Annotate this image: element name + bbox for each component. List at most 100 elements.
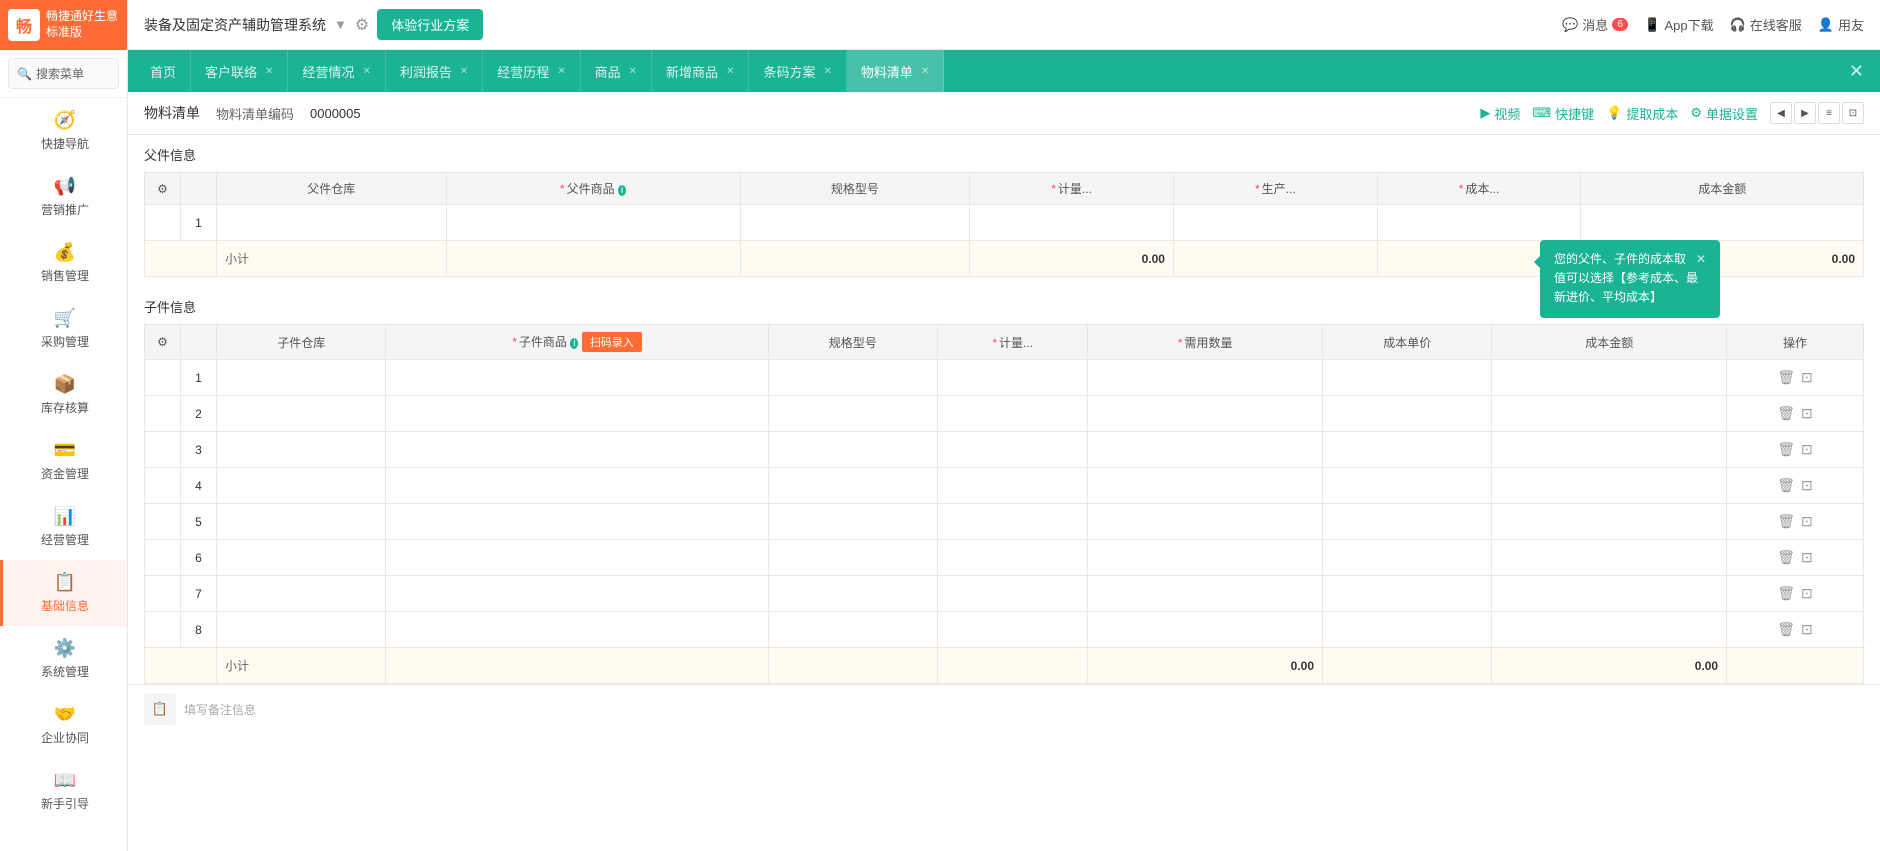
copy-row-7-button[interactable]: ⊡: [1801, 585, 1813, 602]
settings-gear-icon[interactable]: ⚙: [355, 15, 369, 35]
cost-icon: 💡: [1606, 105, 1622, 121]
bottom-bar: 📋 填写备注信息: [128, 684, 1880, 733]
tab-add-product[interactable]: 新增商品 ✕: [652, 50, 749, 92]
parent-row-warehouse-cell[interactable]: [217, 205, 447, 241]
copy-row-1-button[interactable]: ⊡: [1801, 369, 1813, 386]
delete-row-3-button[interactable]: 🗑: [1777, 441, 1795, 458]
sidebar-nav-item-marketing[interactable]: 📢 营销推广: [0, 164, 127, 230]
copy-row-8-button[interactable]: ⊡: [1801, 621, 1813, 638]
nav-menu-button[interactable]: ≡: [1818, 102, 1840, 124]
tab-bom[interactable]: 物料清单 ✕: [847, 50, 944, 92]
tab-close-customer[interactable]: ✕: [265, 66, 273, 77]
child-col-warehouse: 子件仓库: [217, 325, 386, 360]
child-subtotal-quantity: 0.00: [1088, 648, 1323, 684]
shortcut-action[interactable]: ⌨ 快捷键: [1532, 104, 1594, 123]
copy-row-4-button[interactable]: ⊡: [1801, 477, 1813, 494]
delete-row-4-button[interactable]: 🗑: [1777, 477, 1795, 494]
child-col-unit-cost: 成本单价: [1323, 325, 1492, 360]
message-button[interactable]: 💬 消息 6: [1562, 15, 1628, 34]
sidebar-nav-item-operation[interactable]: 📊 经营管理: [0, 494, 127, 560]
try-button[interactable]: 体验行业方案: [377, 9, 483, 40]
parent-col-num: [181, 173, 217, 205]
breadcrumb-code-value: 0000005: [310, 106, 361, 121]
search-menu-button[interactable]: 🔍 搜索菜单: [8, 58, 119, 89]
child-table-row: 1 🗑⊡: [145, 360, 1864, 396]
parent-row-production-cell[interactable]: [1173, 205, 1377, 241]
child-table-row: 3 🗑⊡: [145, 432, 1864, 468]
child-col-settings[interactable]: ⚙: [145, 325, 181, 360]
sidebar-nav-item-purchase[interactable]: 🛒 采购管理: [0, 296, 127, 362]
sidebar-search-section: 🔍 搜索菜单: [0, 50, 127, 98]
sidebar-nav-item-system[interactable]: ⚙️ 系统管理: [0, 626, 127, 692]
user-profile[interactable]: 👤 用友: [1818, 15, 1864, 34]
copy-row-3-button[interactable]: ⊡: [1801, 441, 1813, 458]
tab-barcode[interactable]: 条码方案 ✕: [749, 50, 846, 92]
delete-row-8-button[interactable]: 🗑: [1777, 621, 1795, 638]
copy-row-2-button[interactable]: ⊡: [1801, 405, 1813, 422]
delete-row-1-button[interactable]: 🗑: [1777, 369, 1795, 386]
parent-row-cost-cell[interactable]: [1377, 205, 1581, 241]
child-table-row: 5 🗑⊡: [145, 504, 1864, 540]
delete-row-5-button[interactable]: 🗑: [1777, 513, 1795, 530]
marketing-icon: 📢: [54, 176, 76, 197]
message-icon: 💬: [1562, 17, 1578, 33]
parent-row-cost-amount-cell: [1581, 205, 1864, 241]
tab-close-profit[interactable]: ✕: [460, 66, 468, 77]
copy-row-5-button[interactable]: ⊡: [1801, 513, 1813, 530]
tab-close-product[interactable]: ✕: [629, 66, 637, 77]
content-area: 物料清单 物料清单编码 0000005 ▶ 视频 ⌨ 快捷键 💡 提取成本 ⚙: [128, 92, 1880, 851]
breadcrumb-code-label: 物料清单编码: [216, 104, 294, 123]
notes-hint[interactable]: 填写备注信息: [184, 701, 256, 718]
tab-close-operation-status[interactable]: ✕: [362, 66, 370, 77]
sidebar-nav-item-basic-info[interactable]: 📋 基础信息: [0, 560, 127, 626]
dropdown-arrow-icon[interactable]: ▼: [334, 17, 347, 32]
sidebar-nav-item-finance[interactable]: 💳 资金管理: [0, 428, 127, 494]
delete-row-2-button[interactable]: 🗑: [1777, 405, 1795, 422]
parent-col-product: *父件商品 i: [446, 173, 740, 205]
tab-profit[interactable]: 利润报告 ✕: [386, 50, 483, 92]
guide-icon: 📖: [54, 770, 76, 791]
child-section: 子件信息 ⚙ 子件仓库 *子件商品 i 扫码录入 规格型号 *计量... *需用…: [128, 287, 1880, 684]
top-header: 装备及固定资产辅助管理系统 ▼ ⚙ 体验行业方案 💬 消息 6 📱 App下载 …: [128, 0, 1880, 50]
copy-row-6-button[interactable]: ⊡: [1801, 549, 1813, 566]
doc-settings-action[interactable]: ⚙ 单据设置: [1690, 104, 1758, 123]
tab-home[interactable]: 首页: [136, 50, 191, 92]
nav-prev-button[interactable]: ◀: [1770, 102, 1792, 124]
sub-header: 物料清单 物料清单编码 0000005 ▶ 视频 ⌨ 快捷键 💡 提取成本 ⚙: [128, 92, 1880, 135]
parent-row-spec-cell[interactable]: [740, 205, 970, 241]
parent-col-settings[interactable]: ⚙: [145, 173, 181, 205]
delete-row-6-button[interactable]: 🗑: [1777, 549, 1795, 566]
parent-subtotal-empty2: [740, 241, 970, 277]
tab-product[interactable]: 商品 ✕: [581, 50, 652, 92]
scan-button[interactable]: 扫码录入: [582, 332, 642, 352]
cost-action[interactable]: 💡 提取成本: [1606, 104, 1678, 123]
tab-close-operation-history[interactable]: ✕: [557, 66, 565, 77]
message-badge: 6: [1612, 18, 1628, 31]
tab-close-add-product[interactable]: ✕: [726, 66, 734, 77]
tab-bar: 首页 客户联络 ✕ 经营情况 ✕ 利润报告 ✕ 经营历程 ✕ 商品 ✕ 新增商品…: [128, 50, 1880, 92]
inventory-icon: 📦: [54, 374, 76, 395]
header-left: 装备及固定资产辅助管理系统 ▼ ⚙ 体验行业方案: [144, 9, 483, 40]
online-service-button[interactable]: 🎧 在线客服: [1730, 15, 1802, 34]
parent-row-product-cell[interactable]: [446, 205, 740, 241]
parent-row-unit-cell[interactable]: [970, 205, 1174, 241]
user-icon: 👤: [1818, 17, 1834, 33]
nav-expand-button[interactable]: ⊡: [1842, 102, 1864, 124]
sidebar-nav-item-guide[interactable]: 📖 新手引导: [0, 758, 127, 824]
nav-next-button[interactable]: ▶: [1794, 102, 1816, 124]
sidebar-nav-item-sales[interactable]: 💰 销售管理: [0, 230, 127, 296]
tab-operation-status[interactable]: 经营情况 ✕: [288, 50, 385, 92]
sidebar-nav-item-quick-nav[interactable]: 🧭 快捷导航: [0, 98, 127, 164]
sidebar-nav-item-enterprise[interactable]: 🤝 企业协同: [0, 692, 127, 758]
delete-row-7-button[interactable]: 🗑: [1777, 585, 1795, 602]
app-download-button[interactable]: 📱 App下载: [1644, 15, 1713, 34]
quick-nav-icon: 🧭: [54, 110, 76, 131]
tab-operation-history[interactable]: 经营历程 ✕: [483, 50, 580, 92]
tab-close-barcode[interactable]: ✕: [823, 66, 831, 77]
view-action[interactable]: ▶ 视频: [1480, 104, 1520, 123]
tab-customer[interactable]: 客户联络 ✕: [191, 50, 288, 92]
tooltip-close-button[interactable]: ✕: [1696, 250, 1706, 269]
sidebar-nav-item-inventory[interactable]: 📦 库存核算: [0, 362, 127, 428]
tab-close-bom[interactable]: ✕: [921, 66, 929, 77]
tab-close-all-icon[interactable]: ✕: [1841, 61, 1872, 82]
